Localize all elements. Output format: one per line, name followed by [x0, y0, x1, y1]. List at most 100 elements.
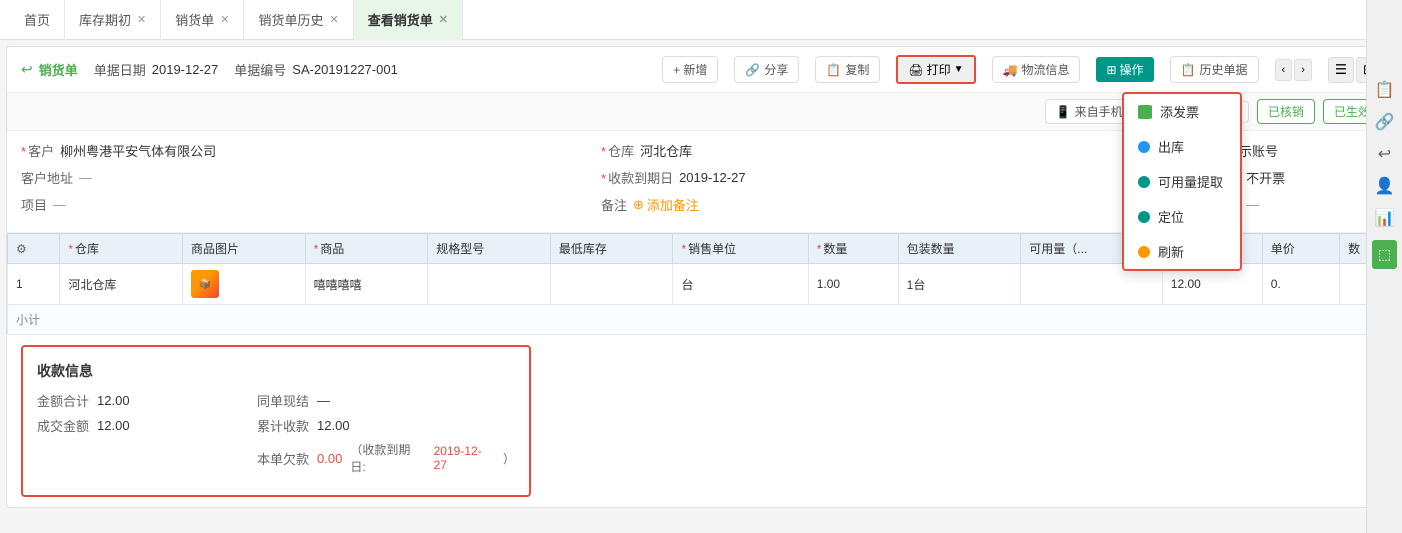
table-header-qty: 数量 [808, 234, 898, 264]
tab-inventory-close[interactable]: ✕ [137, 13, 146, 26]
add-note-button[interactable]: ⊕ 添加备注 [633, 195, 699, 214]
payment-row-3: 本单欠款 0.00 （收款到期日: 2019-12-27 ） [37, 441, 515, 475]
row-unit: 台 [673, 264, 808, 305]
due-note: （收款到期日: [350, 441, 425, 475]
row-image: 📦 [182, 264, 305, 305]
table-header-settings[interactable]: ⚙ [8, 234, 60, 264]
project-field: 项目 — [21, 195, 221, 214]
tab-bar: 首页 库存期初 ✕ 销货单 ✕ 销货单历史 ✕ 查看销货单 ✕ ✕ [0, 0, 1402, 40]
due-close: ） [503, 450, 515, 467]
due-field: 本单欠款 0.00 （收款到期日: 2019-12-27 ） [257, 441, 515, 475]
locate-icon [1138, 211, 1150, 223]
warehouse-value[interactable]: 河北仓库 [640, 141, 692, 160]
warehouse-field: 仓库 河北仓库 [601, 141, 801, 160]
cumulative-label: 累计收款 [257, 416, 309, 435]
operation-button[interactable]: ⊞ 操作 [1096, 57, 1153, 82]
settings-icon[interactable]: ⚙ [16, 242, 27, 256]
total-label: 金额合计 [37, 391, 89, 410]
note-field: 备注 ⊕ 添加备注 [601, 195, 801, 214]
row-product[interactable]: 嘻嘻嘻嘻 [305, 264, 428, 305]
prev-button[interactable]: ‹ [1275, 59, 1293, 81]
sidebar-icon-5[interactable]: 📊 [1375, 208, 1395, 228]
add-icon: ⊕ [633, 197, 644, 213]
tab-view-sales-close[interactable]: ✕ [439, 13, 448, 26]
refresh-icon [1138, 246, 1150, 258]
mobile-button[interactable]: 📱 来自手机 [1045, 99, 1134, 124]
table-header-price: 单价 [1262, 234, 1339, 264]
payment-title: 收款信息 [37, 361, 515, 381]
sidebar-expand-button[interactable]: ⬚ [1372, 240, 1397, 269]
tab-sales-history-close[interactable]: ✕ [330, 13, 339, 26]
note-label: 备注 [601, 195, 627, 214]
row-warehouse: 河北仓库 [60, 264, 183, 305]
cumulative-field: 累计收款 12.00 [257, 416, 437, 435]
row-qty[interactable]: 1.00 [808, 264, 898, 305]
row-spec [428, 264, 551, 305]
history-button[interactable]: 📋 历史单据 [1170, 56, 1259, 83]
sidebar-icon-3[interactable]: ↩ [1378, 144, 1391, 164]
new-button[interactable]: + 新增 [662, 56, 718, 83]
tab-sales[interactable]: 销货单 ✕ [161, 0, 244, 40]
add-invoice-icon [1138, 105, 1152, 119]
tab-inventory[interactable]: 库存期初 ✕ [65, 0, 161, 40]
cumulative-value: 12.00 [317, 418, 350, 433]
dropdown-ship[interactable]: 出库 [1124, 129, 1240, 164]
logistics-button[interactable]: 🚚 物流信息 [992, 56, 1081, 83]
address-value: — [79, 170, 92, 185]
address-label: 客户地址 [21, 168, 73, 187]
print-dropdown-arrow[interactable]: ▼ [954, 64, 964, 75]
doc-date-group: 单据日期 2019-12-27 [94, 60, 219, 79]
operation-icon: ⊞ [1106, 63, 1116, 77]
share-icon: 🔗 [745, 63, 760, 77]
doc-header: ↩ 销货单 单据日期 2019-12-27 单据编号 SA-20191227-0… [7, 47, 1395, 93]
doc-number-group: 单据编号 SA-20191227-001 [234, 60, 398, 79]
table-header-pkg-qty: 包装数量 [898, 234, 1021, 264]
dropdown-add-invoice[interactable]: 添发票 [1124, 94, 1240, 129]
confirmed-badge: 已核销 [1257, 99, 1315, 124]
dropdown-available-qty[interactable]: 可用量提取 [1124, 164, 1240, 199]
product-thumbnail: 📦 [191, 270, 219, 298]
staff2-value: — [1246, 197, 1259, 212]
subtotal-row: 小计 [8, 305, 1395, 335]
table-header-spec: 规格型号 [428, 234, 551, 264]
tab-sales-close[interactable]: ✕ [220, 13, 229, 26]
payment-date-value[interactable]: 2019-12-27 [679, 170, 746, 185]
dropdown-locate[interactable]: 定位 [1124, 199, 1240, 234]
payment-info-box: 收款信息 金额合计 12.00 同单现结 — 成交金额 12.00 累计收款 1… [21, 345, 531, 497]
history-icon: 📋 [1181, 63, 1196, 77]
customer-label: 客户 [21, 141, 54, 160]
print-button[interactable]: 🖨 打印 ▼ [896, 55, 975, 84]
transaction-field: 成交金额 12.00 [37, 416, 217, 435]
same-order-value: — [317, 393, 330, 408]
table-header-image: 商品图片 [182, 234, 305, 264]
share-button[interactable]: 🔗 分享 [734, 56, 799, 83]
row-min-stock [550, 264, 673, 305]
tab-home[interactable]: 首页 [10, 0, 65, 40]
sidebar-icon-4[interactable]: 👤 [1375, 176, 1395, 196]
operation-dropdown: 添发票 出库 可用量提取 定位 刷新 [1122, 92, 1242, 271]
right-sidebar: 📋 🔗 ↩ 👤 📊 ⬚ [1366, 0, 1402, 533]
doc-type-icon: ↩ 销货单 [21, 60, 78, 79]
tab-view-sales[interactable]: 查看销货单 ✕ [354, 0, 463, 40]
copy-button[interactable]: 📋 复制 [815, 56, 880, 83]
due-date: 2019-12-27 [434, 444, 495, 472]
payment-date-label: 收款到期日 [601, 168, 673, 187]
ticket-value[interactable]: 不开票 [1246, 168, 1285, 187]
ship-icon [1138, 141, 1150, 153]
total-field: 金额合计 12.00 [37, 391, 217, 410]
sidebar-icon-2[interactable]: 🔗 [1375, 112, 1395, 132]
due-label: 本单欠款 [257, 449, 309, 468]
customer-value[interactable]: 柳州粤港平安气体有限公司 [60, 141, 216, 160]
dropdown-refresh[interactable]: 刷新 [1124, 234, 1240, 269]
next-button[interactable]: › [1294, 59, 1312, 81]
mobile-icon: 📱 [1056, 105, 1071, 119]
total-value: 12.00 [97, 393, 130, 408]
table-header-min-stock: 最低库存 [550, 234, 673, 264]
row-price[interactable]: 0. [1262, 264, 1339, 305]
due-value: 0.00 [317, 451, 342, 466]
payment-row-1: 金额合计 12.00 同单现结 — [37, 391, 515, 410]
tab-sales-history[interactable]: 销货单历史 ✕ [244, 0, 353, 40]
transaction-value: 12.00 [97, 418, 130, 433]
view-list-button[interactable]: ☰ [1328, 57, 1354, 83]
sidebar-icon-1[interactable]: 📋 [1375, 80, 1395, 100]
